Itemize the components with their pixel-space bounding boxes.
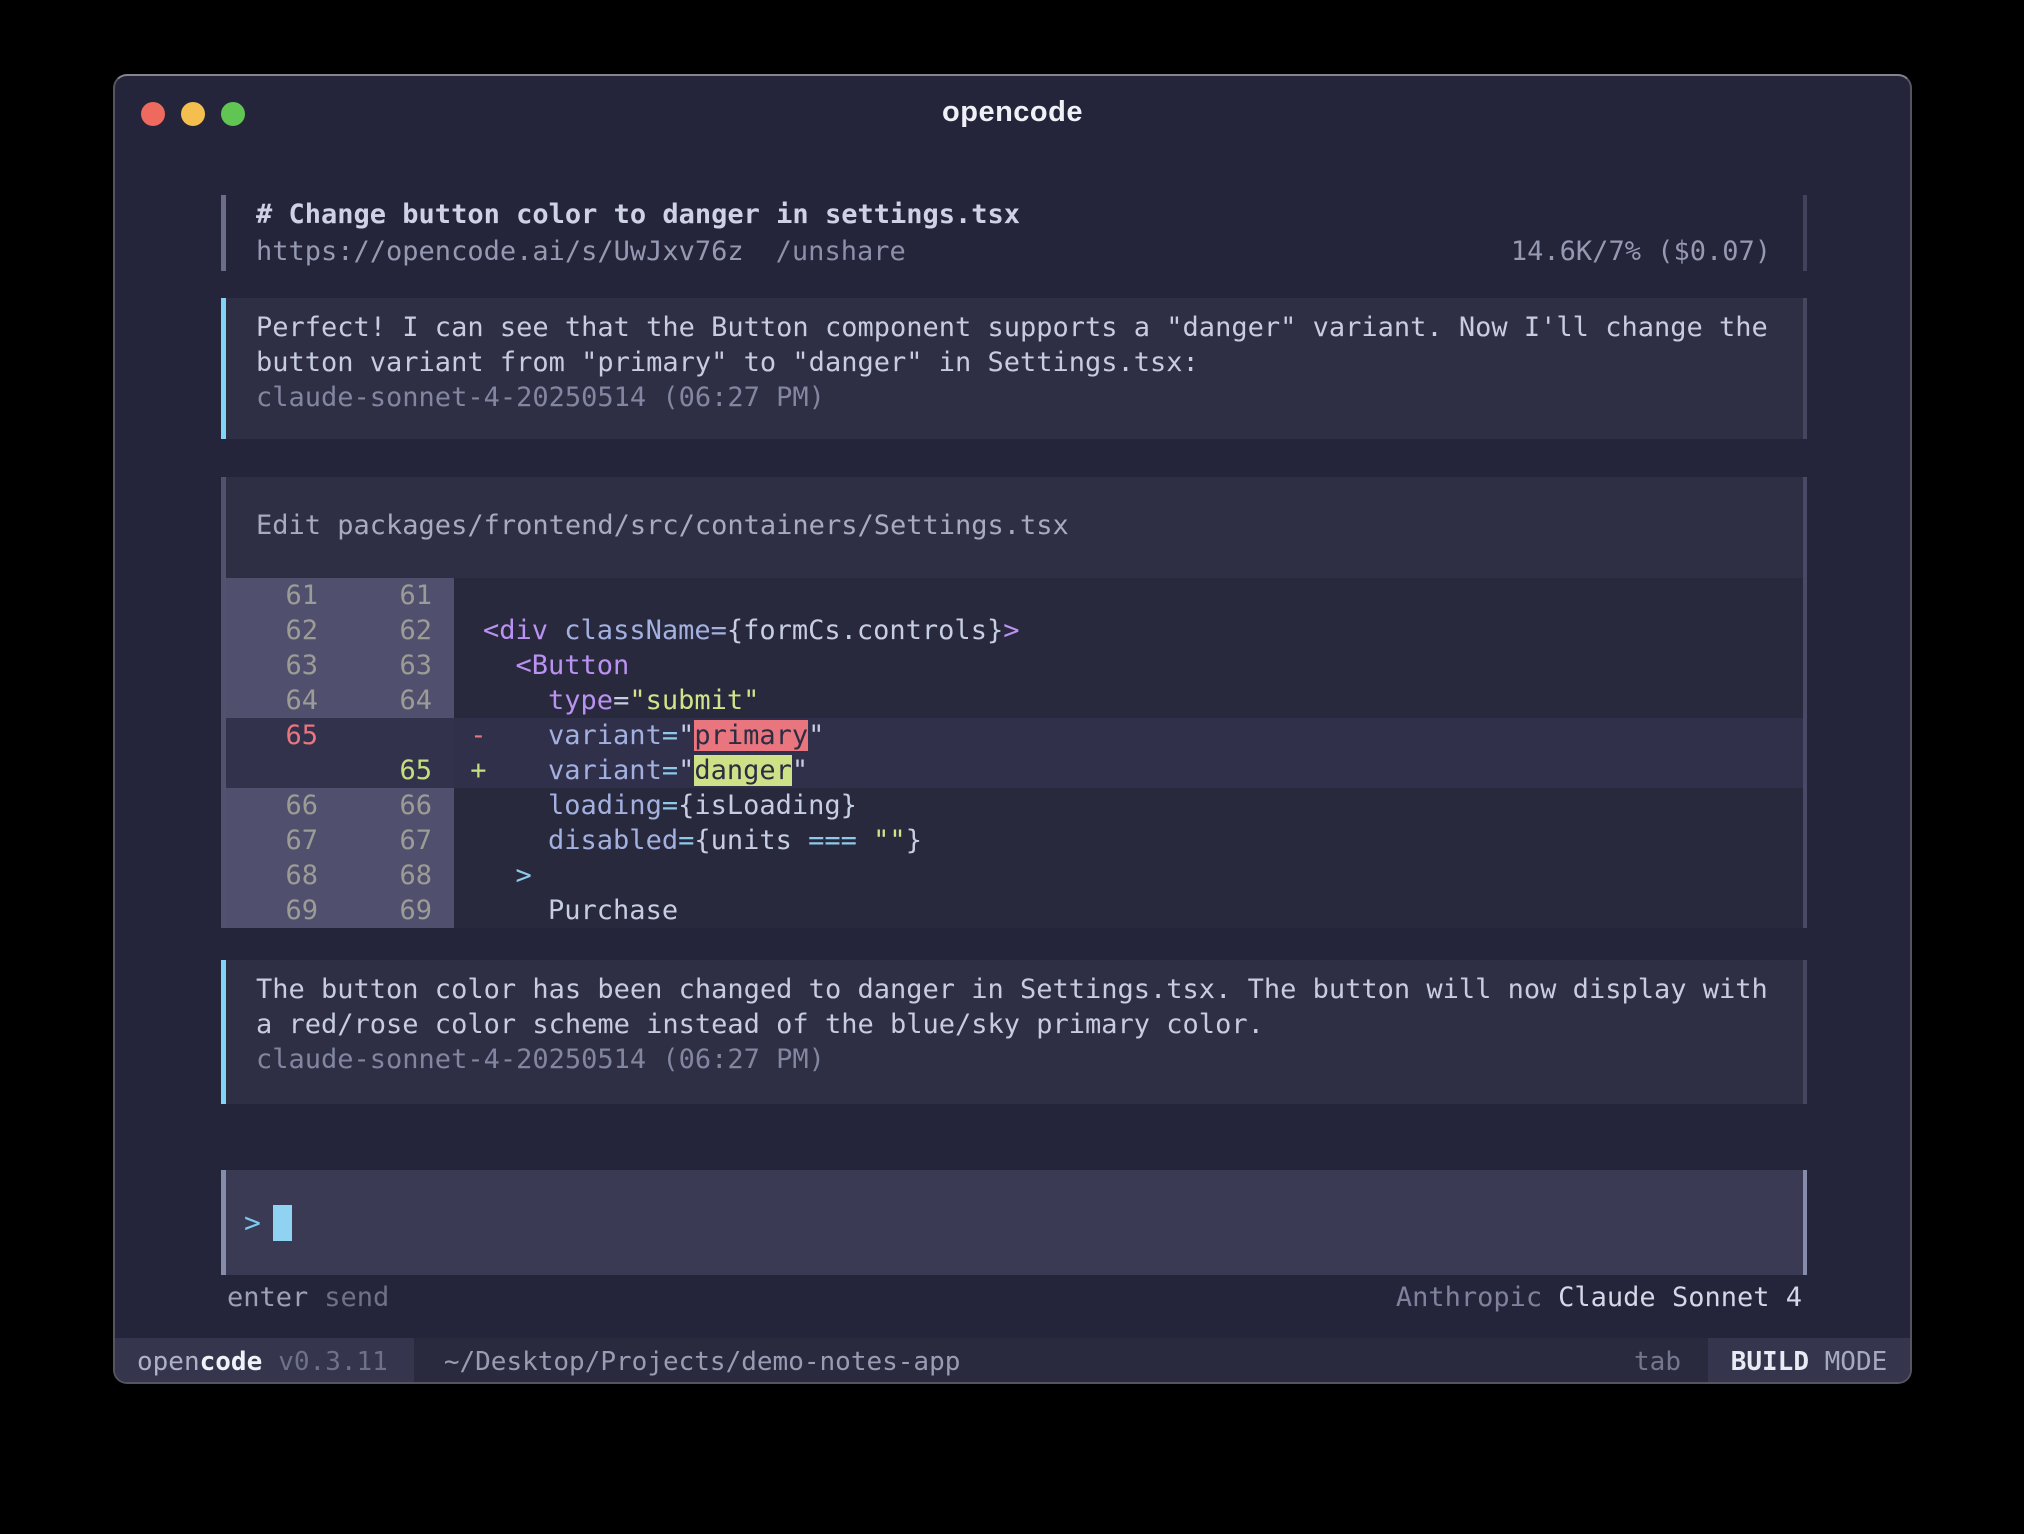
diff-line: 6363 <Button (226, 648, 1803, 683)
session-title: # Change button color to danger in setti… (256, 196, 1803, 233)
code-text: type="submit" (483, 683, 1803, 718)
diff-marker (454, 648, 483, 683)
provider-label: Anthropic (1396, 1282, 1542, 1313)
old-line-number: 69 (226, 893, 338, 928)
new-line-number: 67 (338, 823, 454, 858)
diff-marker (454, 788, 483, 823)
mode-toggle[interactable]: BUILD MODE (1708, 1338, 1910, 1384)
diff-line: 6666 loading={isLoading} (226, 788, 1803, 823)
code-text: > (483, 858, 1803, 893)
new-line-number: 66 (338, 788, 454, 823)
diff-line: 6464 type="submit" (226, 683, 1803, 718)
chat-input[interactable]: > (221, 1170, 1807, 1275)
prompt-char: > (244, 1206, 261, 1239)
code-text: disabled={units === ""} (483, 823, 1803, 858)
diff-line: 6969 Purchase (226, 893, 1803, 928)
assistant-message: The button color has been changed to dan… (221, 960, 1807, 1104)
old-line-number: 66 (226, 788, 338, 823)
edit-title: Edit packages/frontend/src/containers/Se… (256, 508, 1803, 544)
hints-row: enter send Anthropic Claude Sonnet 4 (227, 1279, 1802, 1315)
diff-line: 6868 > (226, 858, 1803, 893)
code-text (483, 578, 1803, 613)
token-usage: 14.6K/7% ($0.07) (1511, 233, 1771, 270)
new-line-number: 64 (338, 683, 454, 718)
edit-tool-card: Edit packages/frontend/src/containers/Se… (221, 477, 1807, 928)
message-meta: claude-sonnet-4-20250514 (06:27 PM) (256, 380, 1803, 415)
new-line-number: 69 (338, 893, 454, 928)
code-text: <div className={formCs.controls}> (483, 613, 1803, 648)
code-text: variant="primary" (483, 718, 1803, 753)
message-text: Perfect! I can see that the Button compo… (256, 310, 1803, 345)
send-hint: send (324, 1282, 389, 1313)
opencode-window: opencode # Change button color to danger… (113, 74, 1912, 1384)
diff-marker (454, 578, 483, 613)
titlebar: opencode (115, 76, 1910, 136)
app-name-open: open (137, 1347, 200, 1377)
message-text: a red/rose color scheme instead of the b… (256, 1007, 1803, 1042)
old-line-number: 67 (226, 823, 338, 858)
new-line-number (338, 718, 454, 753)
app-version: v0.3.11 (278, 1347, 388, 1377)
mode-name: BUILD (1731, 1347, 1809, 1377)
status-bar: opencode v0.3.11 ~/Desktop/Projects/demo… (115, 1338, 1910, 1384)
old-line-number: 65 (226, 718, 338, 753)
diff-line: 6161 (226, 578, 1803, 613)
message-text: The button color has been changed to dan… (256, 972, 1803, 1007)
diff-marker: + (454, 753, 483, 788)
assistant-message: Perfect! I can see that the Button compo… (221, 298, 1807, 439)
diff-line: 6767 disabled={units === ""} (226, 823, 1803, 858)
code-text: <Button (483, 648, 1803, 683)
code-text: variant="danger" (483, 753, 1803, 788)
diff-marker (454, 858, 483, 893)
message-text: button variant from "primary" to "danger… (256, 345, 1803, 380)
diff-line: 65 - variant="primary" (226, 718, 1803, 753)
app-version-segment: opencode v0.3.11 (115, 1338, 414, 1384)
unshare-command[interactable]: /unshare (776, 233, 906, 270)
new-line-number: 68 (338, 858, 454, 893)
window-title: opencode (115, 96, 1910, 129)
new-line-number: 65 (338, 753, 454, 788)
code-text: loading={isLoading} (483, 788, 1803, 823)
diff-marker (454, 613, 483, 648)
new-line-number: 61 (338, 578, 454, 613)
share-url[interactable]: https://opencode.ai/s/UwJxv76z (256, 233, 744, 270)
working-directory: ~/Desktop/Projects/demo-notes-app (444, 1338, 961, 1384)
old-line-number: 64 (226, 683, 338, 718)
diff-marker (454, 893, 483, 928)
diff-line: 65 + variant="danger" (226, 753, 1803, 788)
enter-key-hint: enter (227, 1282, 308, 1313)
old-line-number: 63 (226, 648, 338, 683)
old-line-number: 62 (226, 613, 338, 648)
old-line-number (226, 753, 338, 788)
diff-marker (454, 683, 483, 718)
code-text: Purchase (483, 893, 1803, 928)
old-line-number: 61 (226, 578, 338, 613)
new-line-number: 62 (338, 613, 454, 648)
tab-key-hint: tab (1634, 1338, 1681, 1384)
diff-marker (454, 823, 483, 858)
model-label: Claude Sonnet 4 (1558, 1282, 1802, 1313)
message-meta: claude-sonnet-4-20250514 (06:27 PM) (256, 1042, 1803, 1077)
diff-marker: - (454, 718, 483, 753)
text-cursor (273, 1205, 292, 1241)
new-line-number: 63 (338, 648, 454, 683)
diff-rows: 61616262 <div className={formCs.controls}… (226, 578, 1803, 928)
session-header: # Change button color to danger in setti… (221, 195, 1807, 271)
old-line-number: 68 (226, 858, 338, 893)
mode-suffix: MODE (1809, 1347, 1887, 1377)
diff-line: 6262 <div className={formCs.controls}> (226, 613, 1803, 648)
app-name-code: code (200, 1347, 263, 1377)
